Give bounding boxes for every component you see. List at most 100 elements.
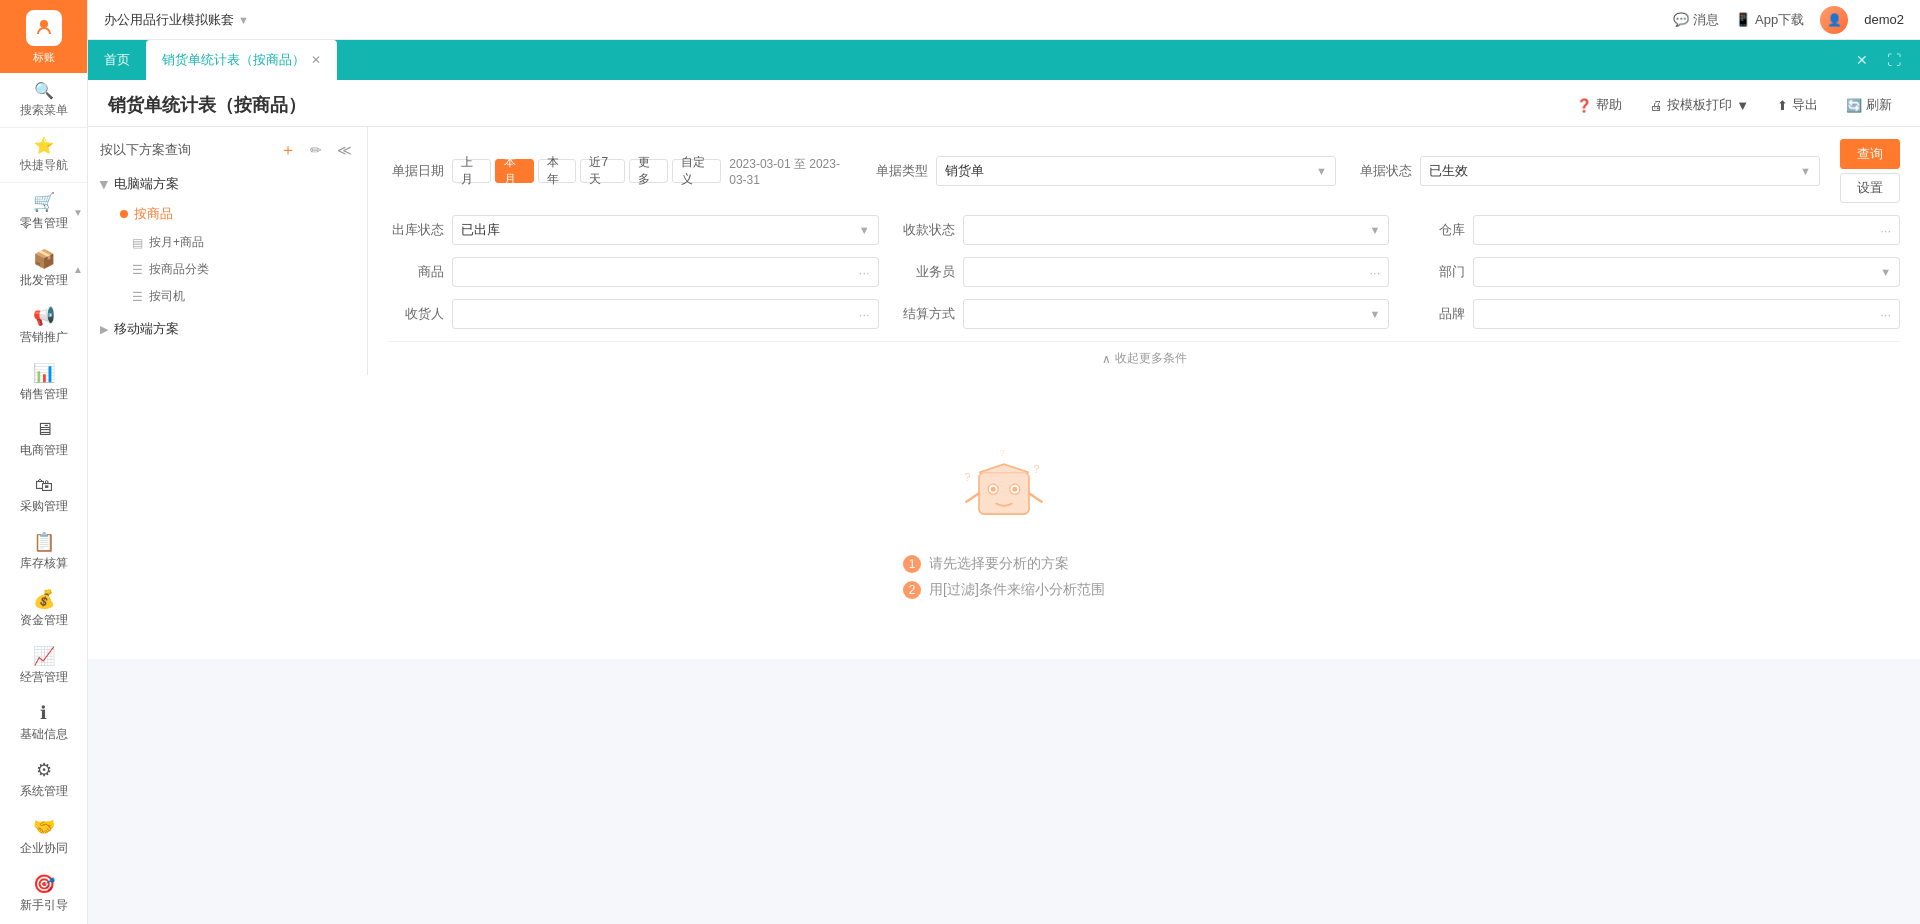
tab-home[interactable]: 首页 xyxy=(88,40,146,80)
sub-icon-2: ☰ xyxy=(132,263,143,277)
sub-icon-3: ☰ xyxy=(132,290,143,304)
sidebar-item-retail[interactable]: 🛒 零售管理 ▼ xyxy=(0,183,87,240)
empty-tip-1: 1 请先选择要分析的方案 xyxy=(903,555,1105,573)
svg-rect-1 xyxy=(979,473,1029,515)
expand-arrow-retail: ▼ xyxy=(73,206,83,217)
sidebar-item-guide[interactable]: 🎯 新手引导 xyxy=(0,865,87,922)
sidebar-item-inventory[interactable]: 📋 库存核算 xyxy=(0,523,87,580)
pc-group-arrow: ▶ xyxy=(98,180,111,188)
username[interactable]: demo2 xyxy=(1864,12,1904,27)
tip-num-1: 1 xyxy=(903,555,921,573)
warehouse-select[interactable]: ··· xyxy=(1473,215,1900,245)
tabbar: 首页 销货单统计表（按商品） ✕ ✕ ⛶ xyxy=(88,40,1920,80)
tab-maximize-button[interactable]: ⛶ xyxy=(1880,46,1908,74)
scheme-group-pc-header[interactable]: ▶ 电脑端方案 xyxy=(88,169,367,199)
collapse-button[interactable]: ∧ 收起更多条件 xyxy=(1102,350,1187,367)
retail-icon: 🛒 xyxy=(33,191,55,213)
filter-field-payment: 结算方式 ▼ xyxy=(899,299,1390,329)
avatar[interactable]: 👤 xyxy=(1820,6,1848,34)
filter-row-2: 出库状态 已出库 ▼ 收款状态 ▼ 仓库 xyxy=(388,215,1900,245)
sidebar-item-operation[interactable]: 📈 经营管理 xyxy=(0,637,87,694)
print-button[interactable]: 🖨 按模板打印 ▼ xyxy=(1642,92,1757,118)
query-button[interactable]: 查询 xyxy=(1840,139,1900,169)
messages-action[interactable]: 💬 消息 xyxy=(1673,11,1719,29)
filter-field-docstatus: 单据状态 已生效 ▼ xyxy=(1356,156,1820,186)
refresh-icon: 🔄 xyxy=(1846,98,1862,113)
sidebar-quick-nav[interactable]: ⭐ 快捷导航 xyxy=(0,128,87,183)
scheme-item-by-month-product[interactable]: ▤ 按月+商品 xyxy=(88,229,367,256)
salesperson-select[interactable]: ··· xyxy=(963,257,1390,287)
date-btn-more[interactable]: 更多 xyxy=(629,159,668,183)
outstatus-arrow: ▼ xyxy=(859,224,870,236)
collapse-arrow-icon: ∧ xyxy=(1102,352,1111,366)
mobile-group-name: 移动端方案 xyxy=(114,320,179,338)
tip-num-2: 2 xyxy=(903,581,921,599)
company-selector[interactable]: 办公用品行业模拟账套 ▼ xyxy=(104,11,249,29)
scheme-item-by-category[interactable]: ☰ 按商品分类 xyxy=(88,256,367,283)
product-select[interactable]: ··· xyxy=(452,257,879,287)
brand-label: 品牌 xyxy=(1409,305,1465,323)
sidebar-item-purchase[interactable]: 🛍 采购管理 xyxy=(0,467,87,523)
marketing-icon: 📢 xyxy=(33,305,55,327)
doctype-select[interactable]: 销货单 ▼ xyxy=(936,156,1336,186)
sidebar-item-basic-info[interactable]: ℹ 基础信息 xyxy=(0,694,87,751)
sidebar-item-marketing[interactable]: 📢 营销推广 xyxy=(0,297,87,354)
warehouse-label: 仓库 xyxy=(1409,221,1465,239)
company-dropdown-arrow: ▼ xyxy=(238,14,249,26)
scheme-group-mobile-header[interactable]: ▶ 移动端方案 xyxy=(88,314,367,344)
warehouse-dots[interactable]: ··· xyxy=(1880,223,1891,238)
scheme-collapse-button[interactable]: ≪ xyxy=(333,139,355,161)
sidebar-item-finance[interactable]: 💰 资金管理 xyxy=(0,580,87,637)
sales-icon: 📊 xyxy=(33,362,55,384)
receiptstatus-label: 收款状态 xyxy=(899,221,955,239)
content-area: 销货单统计表（按商品） ❓ 帮助 🖨 按模板打印 ▼ ⬆ 导出 🔄 刷新 xyxy=(88,80,1920,924)
receiptstatus-arrow: ▼ xyxy=(1369,224,1380,236)
filter-field-outstatus: 出库状态 已出库 ▼ xyxy=(388,215,879,245)
export-icon: ⬆ xyxy=(1777,98,1788,113)
payment-select[interactable]: ▼ xyxy=(963,299,1390,329)
sidebar-item-system[interactable]: ⚙ 系统管理 xyxy=(0,751,87,808)
product-dots[interactable]: ··· xyxy=(859,265,870,280)
tab-close-button[interactable]: ✕ xyxy=(311,53,321,67)
scheme-edit-button[interactable]: ✏ xyxy=(305,139,327,161)
page-title: 销货单统计表（按商品） xyxy=(108,93,306,117)
brand-dots[interactable]: ··· xyxy=(1880,307,1891,322)
doctype-value: 销货单 xyxy=(945,162,1316,180)
tab-sales-stat[interactable]: 销货单统计表（按商品） ✕ xyxy=(146,40,337,80)
receiptstatus-select[interactable]: ▼ xyxy=(963,215,1390,245)
tab-minimize-button[interactable]: ✕ xyxy=(1848,46,1876,74)
brand-select[interactable]: ··· xyxy=(1473,299,1900,329)
receiver-dots[interactable]: ··· xyxy=(859,307,870,322)
docstatus-select[interactable]: 已生效 ▼ xyxy=(1420,156,1820,186)
export-button[interactable]: ⬆ 导出 xyxy=(1769,92,1826,118)
download-action[interactable]: 📱 App下载 xyxy=(1735,11,1804,29)
department-arrow: ▼ xyxy=(1880,266,1891,278)
sidebar-item-wholesale[interactable]: 📦 批发管理 ▲ xyxy=(0,240,87,297)
help-button[interactable]: ❓ 帮助 xyxy=(1568,92,1630,118)
filter-field-warehouse: 仓库 ··· xyxy=(1409,215,1900,245)
scheme-item-by-product[interactable]: 按商品 xyxy=(88,199,367,229)
date-btn-this-year[interactable]: 本年 xyxy=(538,159,577,183)
settings-button[interactable]: 设置 xyxy=(1840,173,1900,203)
scheme-item-by-driver[interactable]: ☰ 按司机 xyxy=(88,283,367,310)
date-btn-7days[interactable]: 近7天 xyxy=(580,159,625,183)
date-btn-last-month[interactable]: 上月 xyxy=(452,159,491,183)
outstatus-select[interactable]: 已出库 ▼ xyxy=(452,215,879,245)
company-name: 办公用品行业模拟账套 xyxy=(104,11,234,29)
ecommerce-icon: 🖥 xyxy=(35,419,53,440)
collapse-row[interactable]: ∧ 收起更多条件 xyxy=(388,341,1900,375)
salesperson-dots[interactable]: ··· xyxy=(1370,265,1381,280)
scheme-add-button[interactable]: ＋ xyxy=(277,139,299,161)
date-btn-this-month[interactable]: 本月 xyxy=(495,159,534,183)
receiver-select[interactable]: ··· xyxy=(452,299,879,329)
refresh-button[interactable]: 🔄 刷新 xyxy=(1838,92,1900,118)
sidebar-item-ecommerce[interactable]: 🖥 电商管理 xyxy=(0,411,87,467)
sidebar-item-collab[interactable]: 🤝 企业协同 xyxy=(0,808,87,865)
sidebar-item-sales[interactable]: 📊 销售管理 xyxy=(0,354,87,411)
expand-arrow-wholesale: ▲ xyxy=(73,263,83,274)
department-select[interactable]: ▼ xyxy=(1473,257,1900,287)
date-btn-custom[interactable]: 自定义 xyxy=(672,159,721,183)
message-icon: 💬 xyxy=(1673,12,1689,27)
sidebar-search[interactable]: 🔍 搜索菜单 xyxy=(0,73,87,128)
logo-area[interactable]: 标账 xyxy=(0,0,87,73)
